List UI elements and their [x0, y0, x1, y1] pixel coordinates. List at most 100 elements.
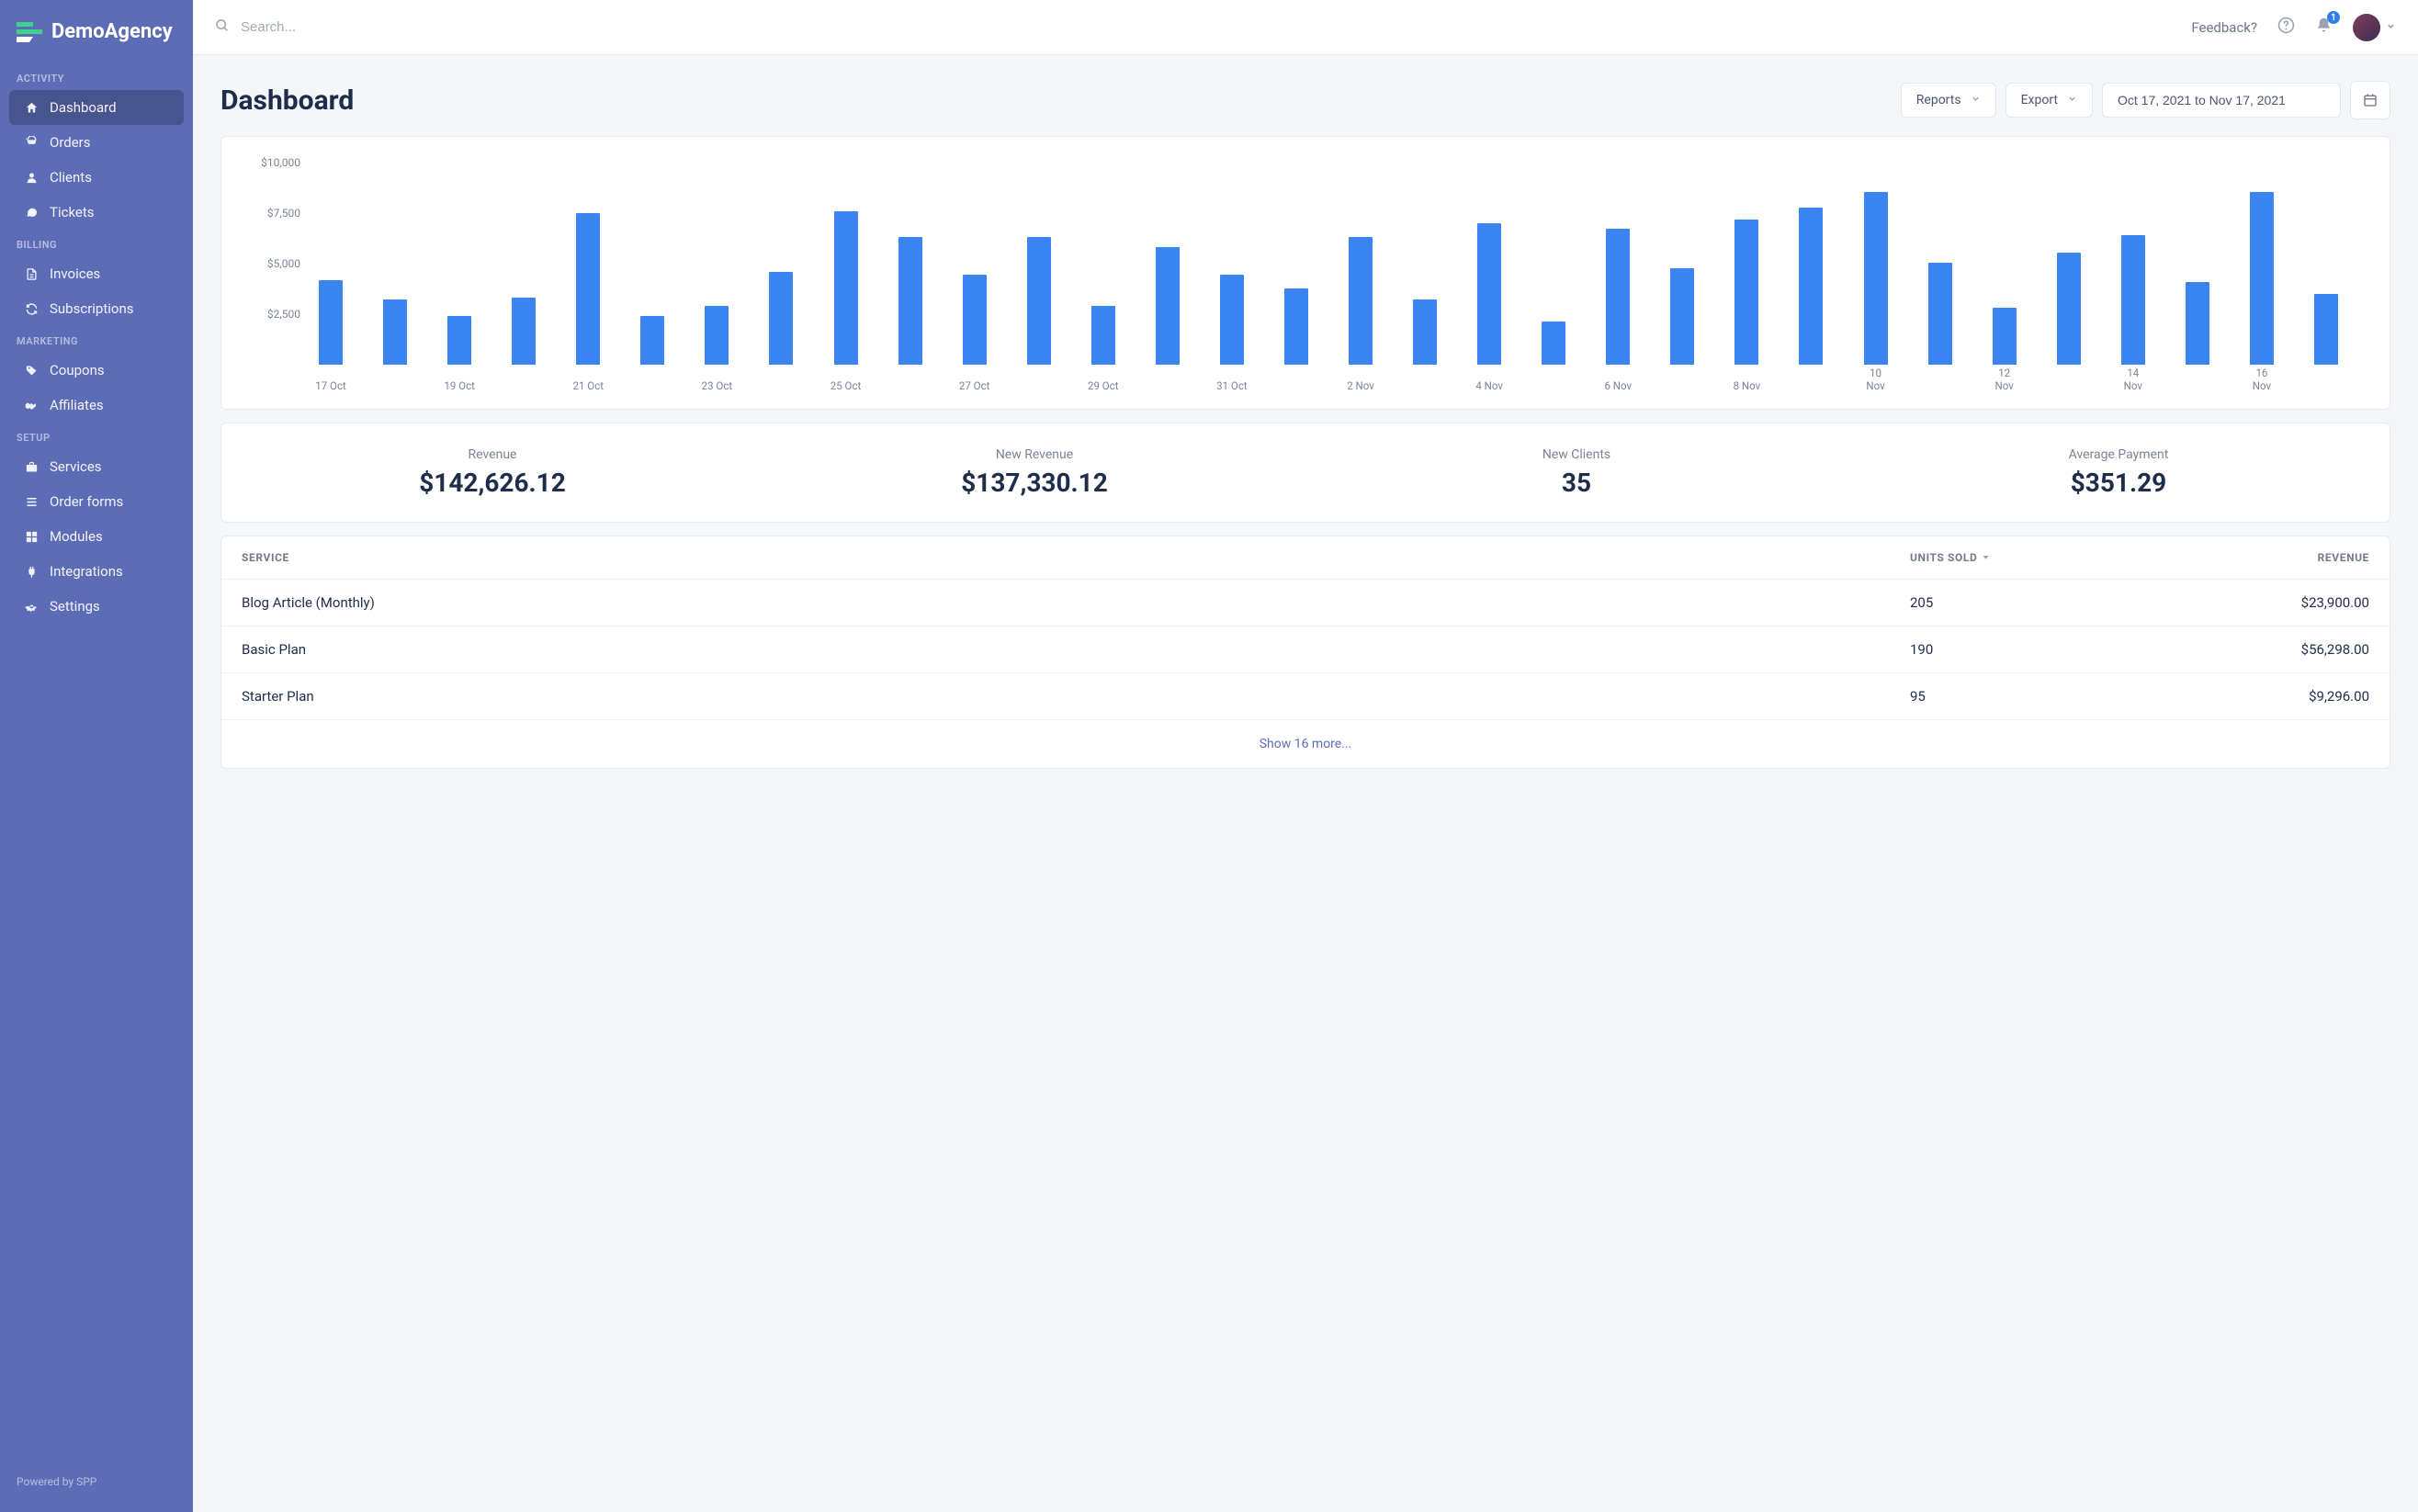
sidebar-item-invoices[interactable]: Invoices	[9, 256, 184, 291]
sidebar-item-order-forms[interactable]: Order forms	[9, 484, 184, 519]
chart-bar[interactable]	[447, 316, 471, 366]
sidebar-item-dashboard[interactable]: Dashboard	[9, 90, 184, 125]
chart-bar[interactable]	[512, 298, 536, 365]
main-area: Feedback? 1 Dashboard	[193, 0, 2418, 1512]
calendar-button[interactable]	[2350, 81, 2390, 119]
x-axis-tick: 27 Oct	[959, 379, 990, 392]
chart-bar[interactable]	[834, 211, 858, 365]
bar-column	[1007, 168, 1071, 365]
chart-bar[interactable]	[1670, 268, 1694, 365]
chart-bar[interactable]	[1091, 306, 1115, 365]
chart-bar[interactable]	[1027, 237, 1051, 365]
bar-column	[1972, 168, 2037, 365]
sidebar-item-orders[interactable]: Orders	[9, 125, 184, 160]
sidebar-item-label: Dashboard	[50, 99, 117, 116]
reports-dropdown[interactable]: Reports	[1901, 83, 1996, 118]
sidebar-item-clients[interactable]: Clients	[9, 160, 184, 195]
chart-bar[interactable]	[2186, 282, 2209, 365]
chart-bar[interactable]	[1413, 299, 1437, 365]
date-range-input[interactable]	[2102, 83, 2341, 118]
chart-bar[interactable]	[1477, 223, 1501, 365]
table-row[interactable]: Basic Plan190$56,298.00	[221, 626, 2390, 673]
sidebar-item-services[interactable]: Services	[9, 449, 184, 484]
search-input[interactable]	[241, 19, 516, 35]
sidebar-section-label: ACTIVITY	[0, 63, 193, 90]
chart-bar[interactable]	[1284, 288, 1308, 365]
chart-bar[interactable]	[2121, 235, 2145, 365]
help-icon[interactable]	[2277, 17, 2295, 38]
feedback-link[interactable]: Feedback?	[2191, 19, 2257, 36]
plug-icon	[24, 564, 39, 579]
brand[interactable]: DemoAgency	[0, 0, 193, 63]
chart-bar[interactable]	[1799, 208, 1823, 365]
export-dropdown[interactable]: Export	[2006, 83, 2093, 118]
col-revenue-header[interactable]: REVENUE	[2140, 551, 2369, 564]
topbar-right: Feedback? 1	[2191, 14, 2396, 41]
bar-column	[684, 168, 749, 365]
cart-icon	[24, 135, 39, 150]
avatar	[2353, 14, 2380, 41]
table-row[interactable]: Blog Article (Monthly)205$23,900.00	[221, 580, 2390, 626]
revenue-chart-card: $2,500$5,000$7,500$10,000 17 Oct19 Oct21…	[220, 136, 2390, 410]
chart-bar[interactable]	[898, 237, 922, 365]
stat-value: 35	[1315, 468, 1838, 498]
bar-column	[427, 168, 492, 365]
chart-bar[interactable]	[319, 280, 343, 365]
stat-label: New Revenue	[773, 447, 1296, 462]
stat-block: New Clients35	[1305, 423, 1847, 522]
chart-bar[interactable]	[1156, 247, 1180, 365]
sidebar-item-label: Subscriptions	[50, 300, 133, 317]
chart-bar[interactable]	[2314, 294, 2338, 365]
chart-bar[interactable]	[576, 213, 600, 365]
list-icon	[24, 494, 39, 509]
chart-bar[interactable]	[1864, 192, 1888, 365]
chart-bar[interactable]	[1993, 308, 2017, 365]
sidebar-section-label: SETUP	[0, 423, 193, 449]
topbar: Feedback? 1	[193, 0, 2418, 55]
bar-column	[2294, 168, 2358, 365]
chart-bar[interactable]	[640, 316, 664, 366]
chart-bar[interactable]	[1349, 237, 1373, 365]
chart-bar[interactable]	[2250, 192, 2274, 365]
sidebar-item-integrations[interactable]: Integrations	[9, 554, 184, 589]
chart-bar[interactable]	[1606, 229, 1630, 365]
chart-bar[interactable]	[769, 272, 793, 365]
show-more-link[interactable]: Show 16 more...	[221, 720, 2390, 768]
chart-bar[interactable]	[963, 275, 987, 365]
col-units-header[interactable]: UNITS SOLD	[1910, 551, 2140, 564]
bar-column	[620, 168, 684, 365]
chart-bar[interactable]	[1928, 263, 1952, 365]
sidebar-item-affiliates[interactable]: Affiliates	[9, 388, 184, 423]
handshake-icon	[24, 398, 39, 412]
user-menu[interactable]	[2353, 14, 2396, 41]
sidebar-item-tickets[interactable]: Tickets	[9, 195, 184, 230]
stat-value: $142,626.12	[231, 468, 754, 498]
chart-bar[interactable]	[1542, 322, 1565, 365]
sidebar: DemoAgency ACTIVITY Dashboard OrdersClient…	[0, 0, 193, 1512]
sidebar-section-label: BILLING	[0, 230, 193, 256]
chart-bar[interactable]	[1734, 220, 1758, 365]
bar-column	[2230, 168, 2294, 365]
refresh-icon	[24, 301, 39, 316]
tag-icon	[24, 363, 39, 378]
sidebar-item-modules[interactable]: Modules	[9, 519, 184, 554]
x-axis-tick: 31 Oct	[1216, 379, 1248, 392]
bar-column	[2037, 168, 2101, 365]
sidebar-item-settings[interactable]: Settings	[9, 589, 184, 624]
stat-value: $137,330.12	[773, 468, 1296, 498]
y-axis-tick: $10,000	[261, 156, 300, 169]
chat-icon	[24, 205, 39, 220]
chart-bar[interactable]	[1220, 275, 1244, 365]
chevron-down-icon	[1971, 93, 1981, 107]
sidebar-item-coupons[interactable]: Coupons	[9, 353, 184, 388]
sidebar-section-label: MARKETING	[0, 326, 193, 353]
col-service-header[interactable]: SERVICE	[242, 551, 1910, 564]
bell-icon[interactable]: 1	[2315, 17, 2333, 38]
home-icon	[24, 100, 39, 115]
chart-bar[interactable]	[2057, 253, 2081, 365]
chart-bar[interactable]	[383, 299, 407, 365]
sidebar-item-subscriptions[interactable]: Subscriptions	[9, 291, 184, 326]
table-row[interactable]: Starter Plan95$9,296.00	[221, 673, 2390, 720]
chart-bar[interactable]	[705, 306, 729, 365]
chevron-down-icon	[2067, 93, 2077, 107]
